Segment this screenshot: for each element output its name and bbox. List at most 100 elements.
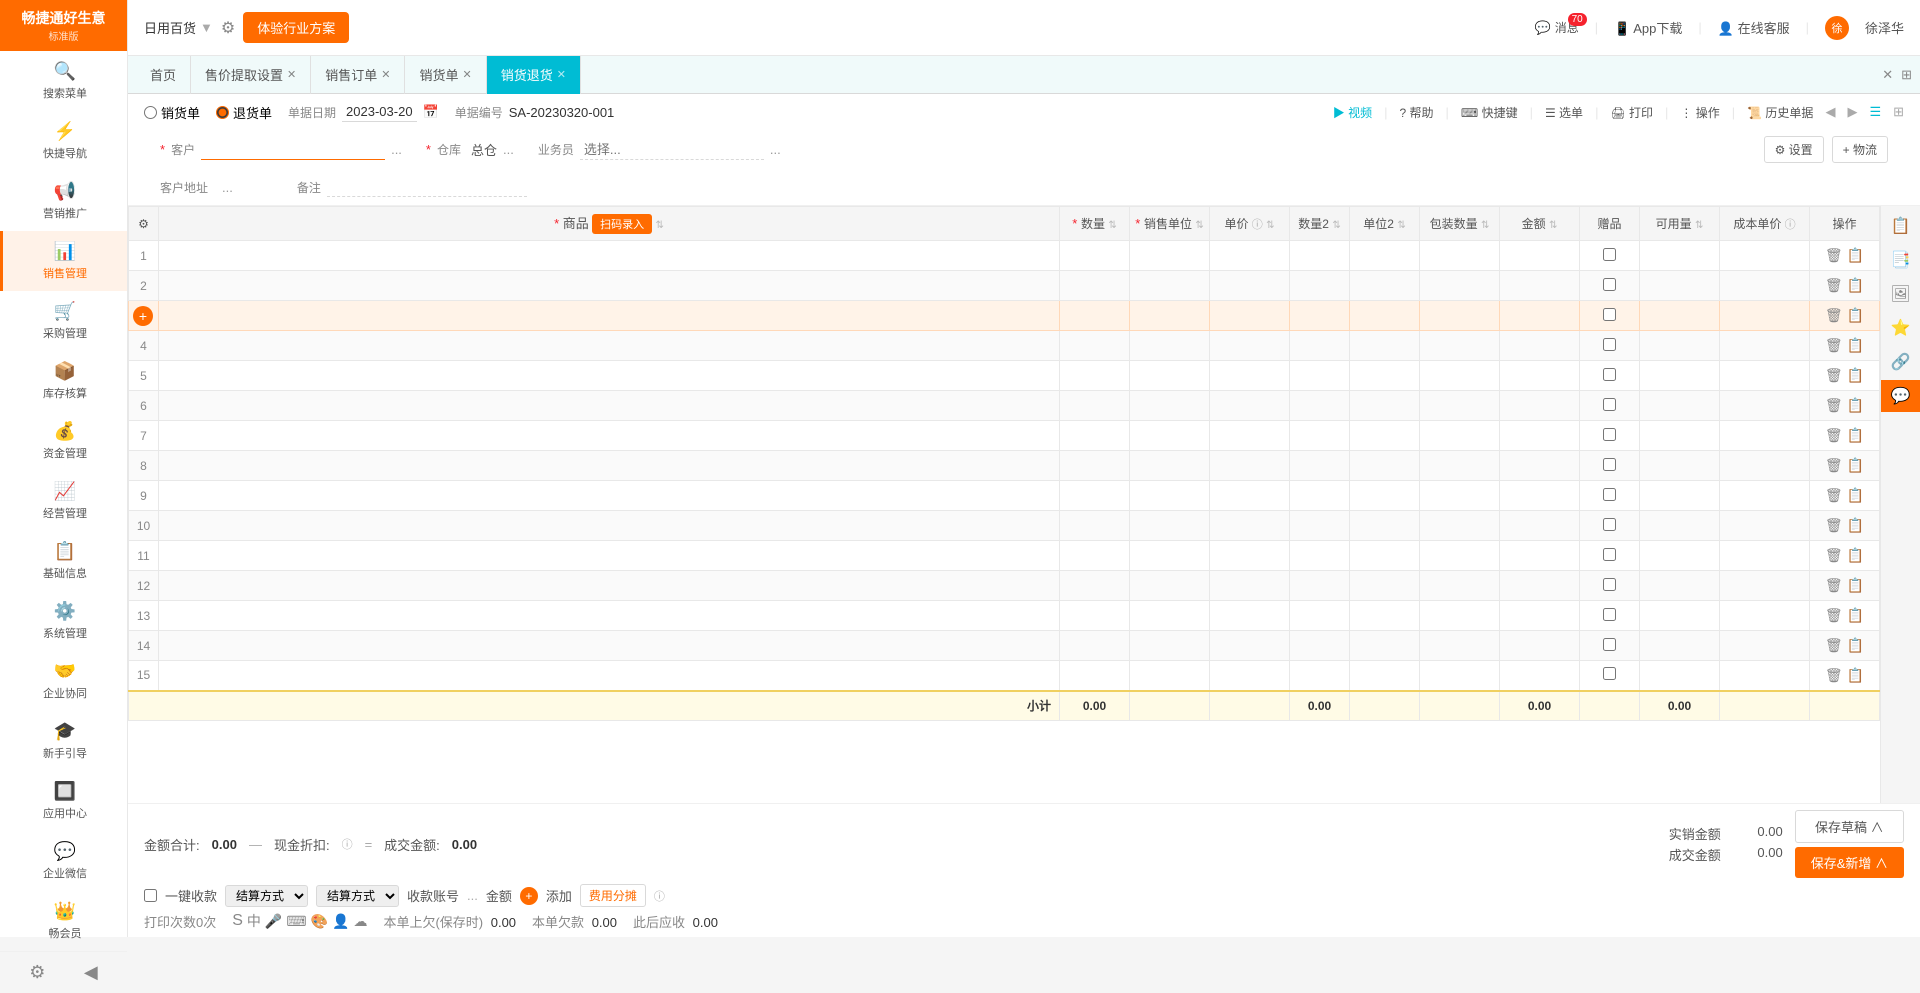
- video-action[interactable]: ▶ 视频: [1333, 104, 1372, 121]
- experience-button[interactable]: 体验行业方案: [243, 12, 349, 43]
- copy-icon[interactable]: 📋: [1847, 547, 1864, 564]
- delete-icon[interactable]: 🗑: [1825, 547, 1843, 564]
- pkgqty-cell[interactable]: [1420, 301, 1500, 331]
- tab-home[interactable]: 首页: [136, 56, 191, 94]
- address-dots[interactable]: ...: [222, 180, 233, 195]
- tab-sales-order[interactable]: 销售订单 ✕: [311, 56, 405, 94]
- copy-icon[interactable]: 📋: [1847, 577, 1864, 594]
- cost-cell[interactable]: [1720, 271, 1810, 301]
- radio-return[interactable]: 退货单: [216, 103, 272, 122]
- account-dots[interactable]: ...: [467, 888, 478, 903]
- qty2-cell[interactable]: [1290, 241, 1350, 271]
- gift-checkbox[interactable]: [1603, 398, 1616, 411]
- sort-icon[interactable]: ⇅: [655, 220, 663, 231]
- gift-cell[interactable]: [1580, 241, 1640, 271]
- unit-cell[interactable]: [1130, 271, 1210, 301]
- customer-input[interactable]: [201, 140, 385, 160]
- add-row-button[interactable]: +: [133, 306, 153, 326]
- sidebar-item-system[interactable]: ⚙️ 系统管理: [0, 591, 127, 651]
- fee-split-button[interactable]: 费用分摊: [580, 884, 646, 907]
- copy-icon[interactable]: 📋: [1847, 337, 1864, 354]
- sidebar-item-shortcut[interactable]: ⚡ 快捷导航: [0, 111, 127, 171]
- copy-icon[interactable]: 📋: [1847, 637, 1864, 654]
- sidebar-item-newbie[interactable]: 🎓 新手引导: [0, 711, 127, 771]
- radio-return-input[interactable]: [216, 106, 229, 119]
- delete-icon[interactable]: 🗑: [1825, 457, 1843, 474]
- sidebar-item-member[interactable]: 👑 畅会员: [0, 891, 127, 951]
- copy-icon[interactable]: 📋: [1847, 667, 1864, 684]
- sidebar-item-apps[interactable]: 🔲 应用中心: [0, 771, 127, 831]
- sort-icon[interactable]: ⇅: [1695, 220, 1703, 231]
- fee-info-icon[interactable]: ⓘ: [654, 888, 665, 904]
- sidebar-item-inventory[interactable]: 📦 库存核算: [0, 351, 127, 411]
- cost-cell[interactable]: [1720, 241, 1810, 271]
- one-key-payment-checkbox[interactable]: [144, 889, 157, 902]
- cost-info-icon[interactable]: ⓘ: [1785, 219, 1796, 231]
- shortcut-action[interactable]: ⌨ 快捷键: [1461, 104, 1518, 121]
- copy-icon[interactable]: 📋: [1847, 487, 1864, 504]
- pkgqty-cell[interactable]: [1420, 241, 1500, 271]
- prev-icon[interactable]: ◀: [1825, 104, 1835, 120]
- message-badge[interactable]: 💬 消息 70: [1535, 19, 1579, 36]
- panel-icon-2[interactable]: 📑: [1881, 244, 1920, 276]
- goods-cell[interactable]: [159, 241, 1060, 271]
- sidebar-item-marketing[interactable]: 📢 营销推广: [0, 171, 127, 231]
- gift-cell[interactable]: [1580, 271, 1640, 301]
- goods-cell-input[interactable]: [159, 301, 1060, 331]
- gift-checkbox[interactable]: [1603, 548, 1616, 561]
- delete-icon[interactable]: 🗑: [1825, 487, 1843, 504]
- gift-checkbox[interactable]: [1603, 667, 1616, 680]
- close-tab-icon[interactable]: ✕: [557, 68, 566, 81]
- sidebar-item-sales[interactable]: 📊 销售管理: [0, 231, 127, 291]
- avail-cell[interactable]: [1640, 301, 1720, 331]
- remark-input[interactable]: [327, 177, 527, 197]
- price-cell[interactable]: [1210, 271, 1290, 301]
- delete-icon[interactable]: 🗑: [1825, 247, 1843, 264]
- delete-icon[interactable]: 🗑: [1825, 607, 1843, 624]
- next-icon[interactable]: ▶: [1847, 104, 1857, 120]
- sort-icon[interactable]: ⇅: [1549, 220, 1557, 231]
- qty-cell[interactable]: [1060, 301, 1130, 331]
- salesperson-dots[interactable]: ...: [770, 142, 781, 157]
- online-service-link[interactable]: 👤 在线客服: [1718, 18, 1790, 37]
- sort-icon[interactable]: ⇅: [1195, 220, 1203, 231]
- unit2-cell[interactable]: [1350, 301, 1420, 331]
- tab-price-settings[interactable]: 售价提取设置 ✕: [191, 56, 311, 94]
- settlement-select[interactable]: 结算方式: [225, 885, 308, 907]
- avail-cell[interactable]: [1640, 241, 1720, 271]
- gift-checkbox[interactable]: [1603, 518, 1616, 531]
- panel-icon-3[interactable]: 🖼: [1881, 278, 1920, 310]
- qty2-cell[interactable]: [1290, 271, 1350, 301]
- pkgqty-cell[interactable]: [1420, 271, 1500, 301]
- unit-cell[interactable]: [1130, 301, 1210, 331]
- qty-cell[interactable]: [1060, 241, 1130, 271]
- delete-icon[interactable]: 🗑: [1825, 277, 1843, 294]
- delete-icon[interactable]: 🗑: [1825, 367, 1843, 384]
- copy-icon[interactable]: 📋: [1847, 457, 1864, 474]
- warehouse-dots[interactable]: ...: [503, 142, 514, 157]
- delete-icon[interactable]: 🗑: [1825, 667, 1843, 684]
- gift-checkbox[interactable]: [1603, 278, 1616, 291]
- sidebar-item-enterprise[interactable]: 🤝 企业协同: [0, 651, 127, 711]
- delete-icon[interactable]: 🗑: [1825, 337, 1843, 354]
- gift-checkbox[interactable]: [1603, 608, 1616, 621]
- gift-checkbox[interactable]: [1603, 458, 1616, 471]
- calendar-icon[interactable]: 📅: [423, 104, 439, 120]
- gift-checkbox[interactable]: [1603, 308, 1616, 321]
- sort-icon[interactable]: ⇅: [1332, 220, 1340, 231]
- date-value[interactable]: 2023-03-20: [342, 102, 417, 122]
- delete-icon[interactable]: 🗑: [1825, 307, 1843, 324]
- gift-checkbox[interactable]: [1603, 578, 1616, 591]
- sort-icon[interactable]: ⇅: [1481, 220, 1489, 231]
- expand-tab-button[interactable]: ⊞: [1901, 67, 1912, 83]
- gift-checkbox[interactable]: [1603, 638, 1616, 651]
- amount-cell[interactable]: [1500, 301, 1580, 331]
- delete-icon[interactable]: 🗑: [1825, 577, 1843, 594]
- radio-sales[interactable]: 销货单: [144, 103, 200, 122]
- amount-cell[interactable]: [1500, 241, 1580, 271]
- settings-icon[interactable]: ⚙: [29, 962, 45, 983]
- cost-cell[interactable]: [1720, 301, 1810, 331]
- copy-icon[interactable]: 📋: [1847, 277, 1864, 294]
- unit2-cell[interactable]: [1350, 271, 1420, 301]
- delete-icon[interactable]: 🗑: [1825, 397, 1843, 414]
